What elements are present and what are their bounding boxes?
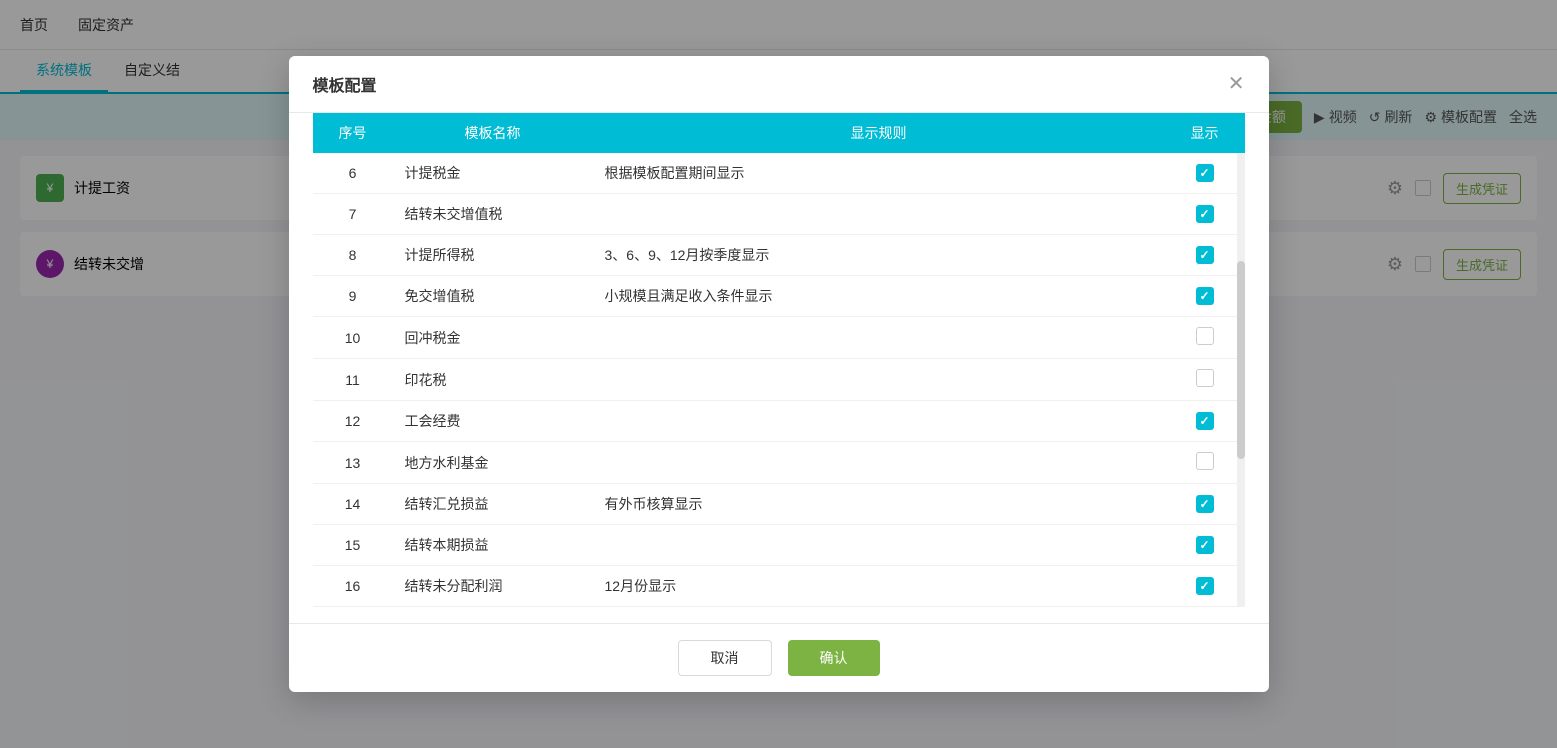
- table-row: 13地方水利基金: [313, 442, 1245, 484]
- row-checkbox[interactable]: [1196, 205, 1214, 223]
- row-index: 9: [313, 276, 393, 317]
- row-rule: [593, 401, 1165, 442]
- row-name: 结转本期损益: [393, 525, 593, 566]
- col-index: 序号: [313, 113, 393, 153]
- modal-title: 模板配置: [313, 72, 377, 96]
- row-index: 14: [313, 484, 393, 525]
- row-rule: 3、6、9、12月按季度显示: [593, 235, 1165, 276]
- row-rule: [593, 442, 1165, 484]
- row-rule: 12月份显示: [593, 566, 1165, 607]
- scrollbar-track: [1237, 113, 1245, 607]
- row-index: 16: [313, 566, 393, 607]
- row-display: [1165, 525, 1245, 566]
- table-row: 14结转汇兑损益有外币核算显示: [313, 484, 1245, 525]
- row-index: 6: [313, 153, 393, 194]
- table-row: 7结转未交增值税: [313, 194, 1245, 235]
- row-checkbox[interactable]: [1196, 536, 1214, 554]
- config-table: 序号 模板名称 显示规则 显示 6计提税金根据模板配置期间显示7结转未交增值税8…: [313, 113, 1245, 607]
- row-index: 13: [313, 442, 393, 484]
- row-display: [1165, 194, 1245, 235]
- table-row: 9免交增值税小规模且满足收入条件显示: [313, 276, 1245, 317]
- row-checkbox[interactable]: [1196, 287, 1214, 305]
- row-name: 回冲税金: [393, 317, 593, 359]
- row-display: [1165, 276, 1245, 317]
- table-row: 16结转未分配利润12月份显示: [313, 566, 1245, 607]
- row-index: 7: [313, 194, 393, 235]
- table-row: 6计提税金根据模板配置期间显示: [313, 153, 1245, 194]
- row-index: 15: [313, 525, 393, 566]
- row-display: [1165, 484, 1245, 525]
- modal-overlay: 模板配置 ✕ 序号 模板名称 显示规则 显示 6计提税金根据模板配置期间显: [0, 0, 1557, 748]
- row-rule: [593, 525, 1165, 566]
- row-rule: 根据模板配置期间显示: [593, 153, 1165, 194]
- row-checkbox[interactable]: [1196, 327, 1214, 345]
- row-checkbox[interactable]: [1196, 577, 1214, 595]
- table-row: 11印花税: [313, 359, 1245, 401]
- row-rule: 有外币核算显示: [593, 484, 1165, 525]
- row-checkbox[interactable]: [1196, 164, 1214, 182]
- row-index: 8: [313, 235, 393, 276]
- modal-body: 序号 模板名称 显示规则 显示 6计提税金根据模板配置期间显示7结转未交增值税8…: [289, 113, 1269, 623]
- table-row: 15结转本期损益: [313, 525, 1245, 566]
- row-rule: [593, 317, 1165, 359]
- row-display: [1165, 235, 1245, 276]
- modal-header: 模板配置 ✕: [289, 56, 1269, 113]
- modal-template-config: 模板配置 ✕ 序号 模板名称 显示规则 显示 6计提税金根据模板配置期间显: [289, 56, 1269, 692]
- row-display: [1165, 566, 1245, 607]
- row-checkbox[interactable]: [1196, 246, 1214, 264]
- row-name: 计提税金: [393, 153, 593, 194]
- row-checkbox[interactable]: [1196, 452, 1214, 470]
- row-display: [1165, 401, 1245, 442]
- row-name: 结转未分配利润: [393, 566, 593, 607]
- scrollbar-thumb[interactable]: [1237, 261, 1245, 459]
- row-display: [1165, 359, 1245, 401]
- row-index: 10: [313, 317, 393, 359]
- confirm-button[interactable]: 确认: [788, 640, 880, 676]
- table-body: 6计提税金根据模板配置期间显示7结转未交增值税8计提所得税3、6、9、12月按季…: [313, 153, 1245, 607]
- row-name: 结转未交增值税: [393, 194, 593, 235]
- modal-footer: 取消 确认: [289, 623, 1269, 692]
- row-rule: 小规模且满足收入条件显示: [593, 276, 1165, 317]
- row-checkbox[interactable]: [1196, 412, 1214, 430]
- table-row: 10回冲税金: [313, 317, 1245, 359]
- col-name: 模板名称: [393, 113, 593, 153]
- row-rule: [593, 359, 1165, 401]
- row-display: [1165, 442, 1245, 484]
- row-name: 计提所得税: [393, 235, 593, 276]
- row-rule: [593, 194, 1165, 235]
- row-name: 免交增值税: [393, 276, 593, 317]
- table-row: 8计提所得税3、6、9、12月按季度显示: [313, 235, 1245, 276]
- row-name: 印花税: [393, 359, 593, 401]
- row-name: 地方水利基金: [393, 442, 593, 484]
- row-index: 11: [313, 359, 393, 401]
- col-rule: 显示规则: [593, 113, 1165, 153]
- row-name: 工会经费: [393, 401, 593, 442]
- col-display: 显示: [1165, 113, 1245, 153]
- row-checkbox[interactable]: [1196, 369, 1214, 387]
- row-display: [1165, 153, 1245, 194]
- row-name: 结转汇兑损益: [393, 484, 593, 525]
- modal-close-button[interactable]: ✕: [1228, 74, 1245, 94]
- table-head: 序号 模板名称 显示规则 显示: [313, 113, 1245, 153]
- cancel-button[interactable]: 取消: [678, 640, 772, 676]
- table-wrap: 序号 模板名称 显示规则 显示 6计提税金根据模板配置期间显示7结转未交增值税8…: [313, 113, 1245, 607]
- row-display: [1165, 317, 1245, 359]
- row-checkbox[interactable]: [1196, 495, 1214, 513]
- row-index: 12: [313, 401, 393, 442]
- table-row: 12工会经费: [313, 401, 1245, 442]
